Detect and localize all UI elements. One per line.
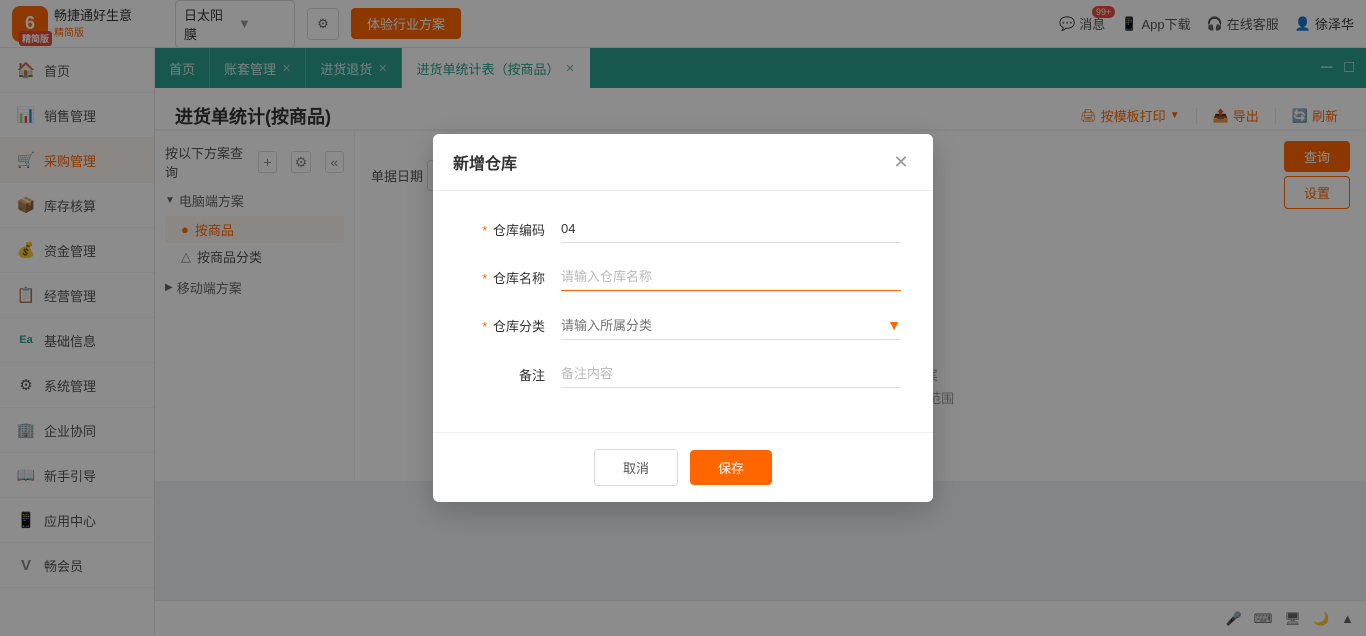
- modal-body: * 仓库编码 * 仓库名称 * 仓库分类: [433, 191, 933, 432]
- warehouse-note-label: 备注: [465, 365, 545, 384]
- warehouse-code-label: * 仓库编码: [465, 220, 545, 239]
- cancel-button[interactable]: 取消: [594, 449, 678, 486]
- warehouse-category-select[interactable]: ▼: [561, 311, 901, 340]
- warehouse-name-input[interactable]: [561, 263, 901, 291]
- required-star-1: *: [482, 223, 487, 238]
- warehouse-category-label: * 仓库分类: [465, 316, 545, 335]
- warehouse-name-label: * 仓库名称: [465, 268, 545, 287]
- warehouse-note-input[interactable]: [561, 360, 901, 388]
- new-warehouse-modal: 新增仓库 ✕ * 仓库编码 * 仓库名称: [433, 134, 933, 502]
- modal-header: 新增仓库 ✕: [433, 134, 933, 191]
- warehouse-category-input[interactable]: [561, 318, 887, 333]
- warehouse-code-input[interactable]: [561, 215, 901, 243]
- save-button[interactable]: 保存: [690, 450, 772, 485]
- warehouse-category-row: * 仓库分类 ▼: [465, 311, 901, 340]
- required-star-2: *: [482, 271, 487, 286]
- modal-title: 新增仓库: [453, 150, 517, 174]
- category-dropdown-icon[interactable]: ▼: [887, 317, 901, 333]
- modal-footer: 取消 保存: [433, 432, 933, 502]
- modal-close-button[interactable]: ✕: [889, 150, 913, 174]
- warehouse-code-row: * 仓库编码: [465, 215, 901, 243]
- required-star-3: *: [482, 319, 487, 334]
- modal-overlay: 新增仓库 ✕ * 仓库编码 * 仓库名称: [0, 0, 1366, 636]
- warehouse-name-row: * 仓库名称: [465, 263, 901, 291]
- warehouse-note-row: 备注: [465, 360, 901, 388]
